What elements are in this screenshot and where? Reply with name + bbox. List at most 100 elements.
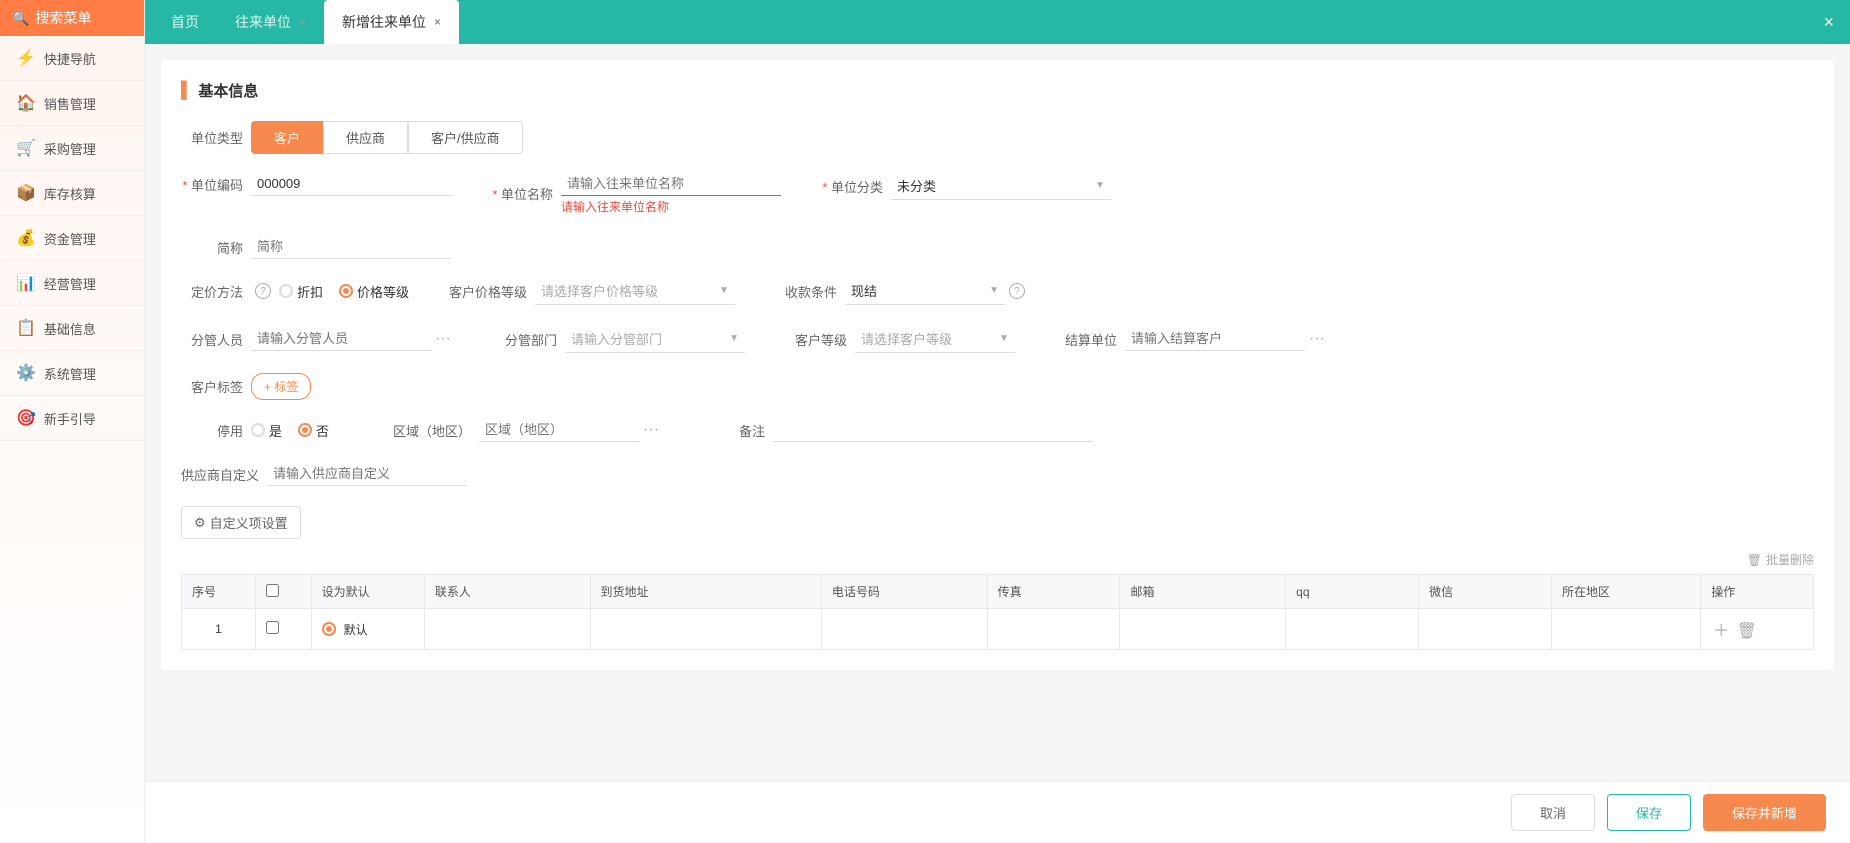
select-all-checkbox[interactable]	[266, 584, 279, 597]
customer-price-level-label: 客户价格等级	[449, 282, 535, 301]
sidebar-item-label: 采购管理	[44, 139, 96, 158]
customer-level-field: 客户等级 请选择客户等级 ▼	[785, 325, 1015, 353]
notes-label: 备注	[703, 421, 773, 440]
tab-partners-close[interactable]: ×	[299, 15, 306, 29]
sales-icon: 🏠	[16, 93, 36, 113]
unit-type-customer[interactable]: 客户	[251, 121, 323, 154]
payment-terms-select[interactable]: 现结 ▼	[845, 277, 1005, 305]
settlement-unit-label: 结算单位	[1055, 330, 1125, 349]
short-name-input[interactable]	[251, 235, 451, 259]
sidebar-item-basic-info[interactable]: 📋 基础信息	[0, 306, 144, 351]
sidebar-item-sales[interactable]: 🏠 销售管理	[0, 81, 144, 126]
radio-no[interactable]: 否	[298, 421, 329, 440]
inventory-icon: 📦	[16, 183, 36, 203]
save-button[interactable]: 保存	[1607, 794, 1691, 831]
unit-type-supplier[interactable]: 供应商	[323, 121, 408, 154]
cell-seq: 1	[182, 609, 256, 650]
unit-name-input[interactable]	[561, 172, 781, 196]
save-add-button[interactable]: 保存并新增	[1703, 794, 1826, 831]
region-more-btn[interactable]: ···	[639, 421, 663, 439]
custom-settings-button[interactable]: ⚙ 自定义项设置	[181, 506, 301, 539]
settlement-unit-input[interactable]	[1125, 327, 1305, 351]
tab-partners[interactable]: 往来单位 ×	[217, 0, 324, 44]
region-table-input[interactable]	[1562, 622, 1632, 637]
main-content: 首页 往来单位 × 新增往来单位 × × ▌ 基本信息 单位类型 客户 供应商	[145, 0, 1850, 843]
radio-price-level[interactable]: 价格等级	[339, 282, 409, 301]
disabled-row: 停用 是 否 区域（地区）	[181, 418, 1814, 442]
address-input[interactable]	[601, 622, 721, 637]
batch-delete-area: 🗑 批量删除	[181, 551, 1814, 568]
tab-home[interactable]: 首页	[153, 0, 217, 44]
sidebar-search-label[interactable]: 搜索菜单	[35, 8, 91, 28]
qq-input[interactable]	[1296, 622, 1356, 637]
manager-input[interactable]	[251, 327, 431, 351]
guide-icon: 🎯	[16, 408, 36, 428]
region-input[interactable]	[479, 418, 639, 442]
payment-terms-info-icon[interactable]: ?	[1009, 283, 1025, 299]
cell-default: 默认	[311, 609, 424, 650]
sidebar-item-quick-nav[interactable]: ⚡ 快捷导航	[0, 36, 144, 81]
unit-category-select[interactable]: 未分类 ▼	[891, 172, 1111, 200]
cell-qq	[1286, 609, 1419, 650]
sidebar-item-inventory[interactable]: 📦 库存核算	[0, 171, 144, 216]
unit-code-input[interactable]	[251, 172, 451, 196]
unit-category-field: 单位分类 未分类 ▼	[821, 172, 1111, 200]
radio-yes[interactable]: 是	[251, 421, 282, 440]
cancel-button[interactable]: 取消	[1511, 794, 1595, 831]
unit-type-row: 单位类型 客户 供应商 客户/供应商	[181, 121, 1814, 154]
tab-new-partner[interactable]: 新增往来单位 ×	[324, 0, 459, 44]
table-row: 1 默认	[182, 609, 1814, 650]
radio-default[interactable]: 默认	[322, 621, 414, 638]
sidebar-item-finance[interactable]: 💰 资金管理	[0, 216, 144, 261]
pricing-method-label: 定价方法	[181, 282, 251, 301]
email-input[interactable]	[1130, 622, 1210, 637]
section-title-text: 基本信息	[198, 80, 258, 101]
col-email: 邮箱	[1120, 575, 1286, 609]
disabled-label: 停用	[181, 421, 251, 440]
supplier-custom-row: 供应商自定义	[181, 462, 1814, 486]
supplier-custom-input[interactable]	[267, 462, 467, 486]
contacts-table: 序号 设为默认 联系人 到货地址 电话号码 传真 邮箱 qq 微信 所在地区 操…	[181, 574, 1814, 650]
settlement-unit-more-btn[interactable]: ···	[1305, 330, 1329, 348]
radio-discount[interactable]: 折扣	[279, 282, 323, 301]
unit-type-both[interactable]: 客户/供应商	[408, 121, 523, 154]
unit-code-field: 单位编码	[181, 172, 451, 196]
search-icon: 🔍	[12, 10, 29, 27]
contact-input[interactable]	[435, 622, 515, 637]
tabs-close-all[interactable]: ×	[1823, 12, 1834, 33]
cell-address	[590, 609, 821, 650]
region-field: 区域（地区） ···	[389, 418, 663, 442]
customer-price-level-select[interactable]: 请选择客户价格等级 ▼	[535, 277, 735, 305]
fax-input[interactable]	[998, 622, 1058, 637]
sidebar-item-system[interactable]: ⚙️ 系统管理	[0, 351, 144, 396]
radio-default-label: 默认	[344, 621, 368, 638]
delete-row-button[interactable]: 🗑	[1737, 623, 1757, 640]
sidebar-item-operations[interactable]: 📊 经营管理	[0, 261, 144, 306]
batch-delete-label[interactable]: 批量删除	[1766, 551, 1814, 568]
table-header-row: 序号 设为默认 联系人 到货地址 电话号码 传真 邮箱 qq 微信 所在地区 操…	[182, 575, 1814, 609]
cell-checkbox	[255, 609, 311, 650]
unit-code-label: 单位编码	[181, 175, 251, 194]
customer-level-label: 客户等级	[785, 330, 855, 349]
radio-price-level-circle	[339, 284, 353, 298]
department-field: 分管部门 请输入分管部门 ▼	[495, 325, 745, 353]
sidebar-item-purchase[interactable]: 🛒 采购管理	[0, 126, 144, 171]
row-checkbox[interactable]	[266, 621, 279, 634]
department-select[interactable]: 请输入分管部门 ▼	[565, 325, 745, 353]
customer-level-select[interactable]: 请选择客户等级 ▼	[855, 325, 1015, 353]
sidebar-item-guide[interactable]: 🎯 新手引导	[0, 396, 144, 441]
add-tag-button[interactable]: + 标签	[251, 373, 311, 400]
wechat-input[interactable]	[1429, 622, 1489, 637]
col-phone: 电话号码	[821, 575, 987, 609]
department-arrow: ▼	[729, 333, 739, 344]
manager-more-btn[interactable]: ···	[431, 330, 455, 348]
finance-icon: 💰	[16, 228, 36, 248]
radio-default-circle	[322, 622, 336, 636]
notes-input[interactable]	[773, 418, 1093, 442]
customer-price-level-placeholder: 请选择客户价格等级	[541, 281, 719, 300]
tab-new-partner-close[interactable]: ×	[434, 15, 441, 29]
add-row-button[interactable]: ＋	[1713, 623, 1729, 640]
unit-type-label: 单位类型	[181, 128, 251, 147]
pricing-info-icon[interactable]: ?	[255, 283, 271, 299]
phone-input[interactable]	[832, 622, 912, 637]
